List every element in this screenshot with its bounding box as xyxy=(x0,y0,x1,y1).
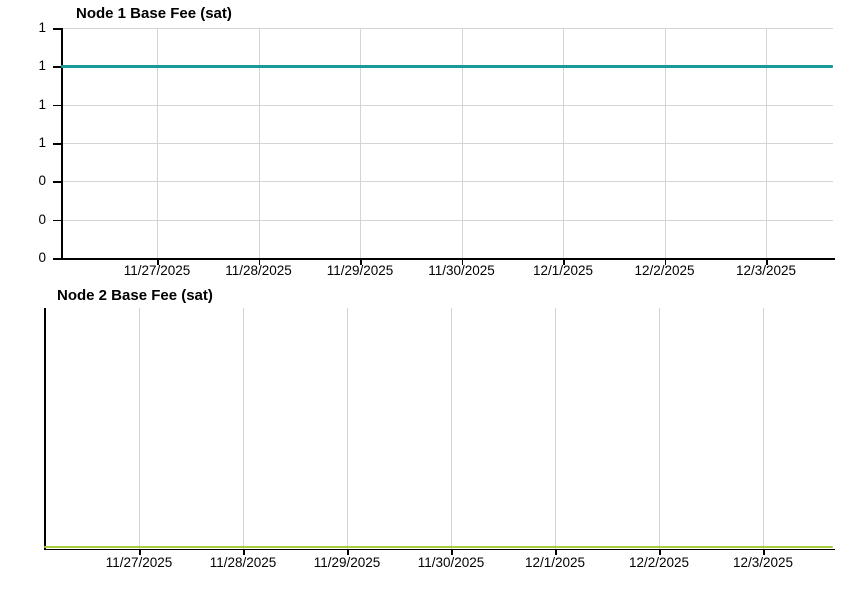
x-axis-line xyxy=(44,549,835,551)
vertical-gridline xyxy=(659,308,660,549)
vertical-gridline xyxy=(555,308,556,549)
vertical-gridline xyxy=(243,308,244,549)
vertical-gridline xyxy=(347,308,348,549)
series-line-node-2-base-fee xyxy=(44,546,833,549)
x-tick-label: 12/3/2025 xyxy=(718,556,808,570)
vertical-gridline xyxy=(451,308,452,549)
node2-chart-title: Node 2 Base Fee (sat) xyxy=(57,287,213,305)
x-tick-label: 12/1/2025 xyxy=(510,556,600,570)
x-tick-label: 11/27/2025 xyxy=(94,556,184,570)
vertical-gridline xyxy=(139,308,140,549)
y-axis-line xyxy=(44,308,46,550)
x-tick-label: 11/28/2025 xyxy=(198,556,288,570)
vertical-gridline xyxy=(763,308,764,549)
node2-base-fee-chart: Node 2 Base Fee (sat) 11/27/2025 11/28/20… xyxy=(0,0,860,600)
fee-charts-canvas: Node 1 Base Fee (sat) 11/27/202511/28/20… xyxy=(0,0,860,600)
x-tick-label: 11/30/2025 xyxy=(406,556,496,570)
x-tick-label: 12/2/2025 xyxy=(614,556,704,570)
x-tick-label: 11/29/2025 xyxy=(302,556,392,570)
